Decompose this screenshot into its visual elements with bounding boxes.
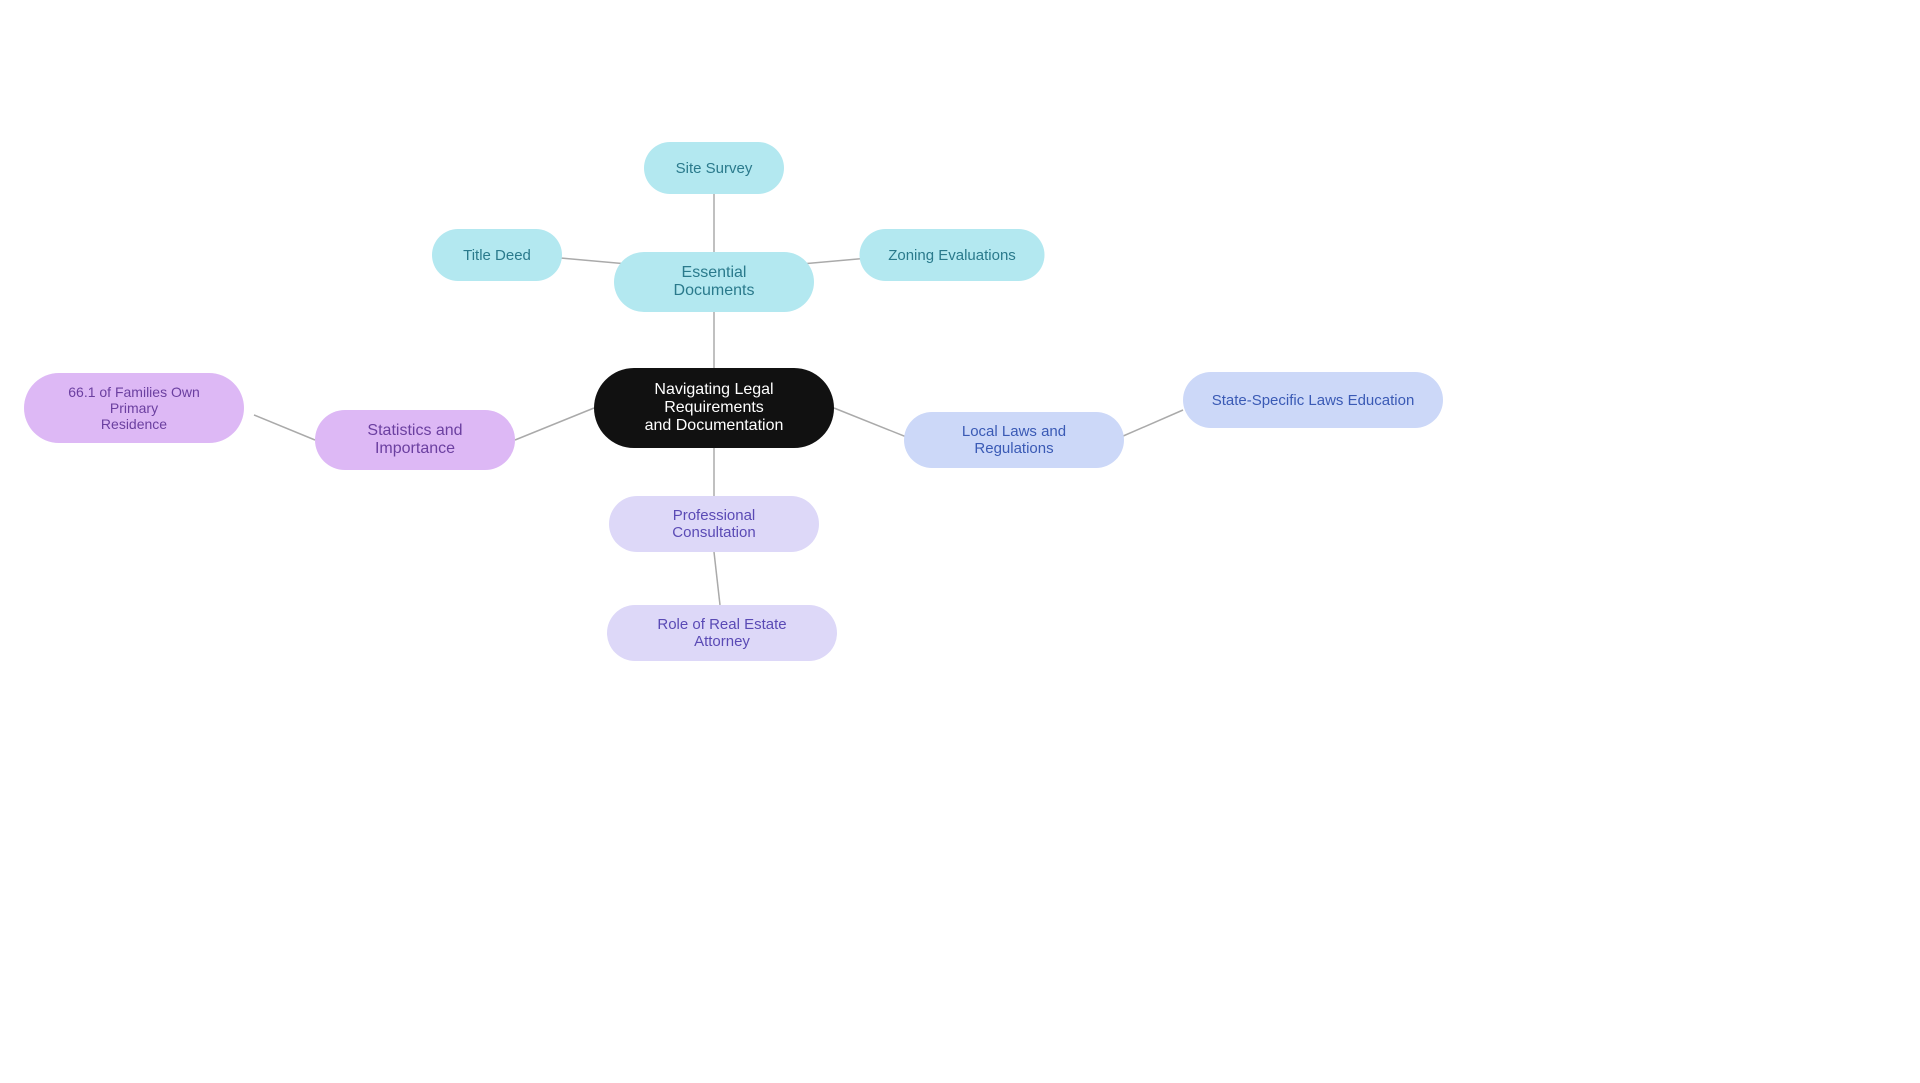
title-deed-node[interactable]: Title Deed	[432, 229, 562, 281]
zoning-evaluations-label: Zoning Evaluations	[888, 247, 1016, 264]
families-stat-label: 66.1 of Families Own Primary Residence	[48, 384, 220, 432]
essential-documents-label: Essential Documents	[642, 264, 786, 300]
families-stat-node[interactable]: 66.1 of Families Own Primary Residence	[24, 373, 244, 443]
statistics-importance-node[interactable]: Statistics and Importance	[315, 410, 515, 470]
zoning-evaluations-node[interactable]: Zoning Evaluations	[860, 229, 1045, 281]
state-laws-label: State-Specific Laws Education	[1212, 392, 1415, 409]
local-laws-label: Local Laws and Regulations	[932, 423, 1096, 457]
title-deed-label: Title Deed	[463, 247, 531, 264]
professional-consultation-label: Professional Consultation	[637, 507, 791, 541]
local-laws-node[interactable]: Local Laws and Regulations	[904, 412, 1124, 468]
state-laws-node[interactable]: State-Specific Laws Education	[1183, 372, 1443, 428]
real-estate-attorney-label: Role of Real Estate Attorney	[635, 616, 809, 650]
statistics-importance-label: Statistics and Importance	[339, 422, 491, 458]
center-node-label: Navigating Legal Requirements and Docume…	[614, 381, 814, 435]
professional-consultation-node[interactable]: Professional Consultation	[609, 496, 819, 552]
site-survey-node[interactable]: Site Survey	[644, 142, 784, 194]
essential-documents-node[interactable]: Essential Documents	[614, 252, 814, 312]
site-survey-label: Site Survey	[676, 160, 753, 177]
real-estate-attorney-node[interactable]: Role of Real Estate Attorney	[607, 605, 837, 661]
center-node[interactable]: Navigating Legal Requirements and Docume…	[594, 368, 834, 448]
